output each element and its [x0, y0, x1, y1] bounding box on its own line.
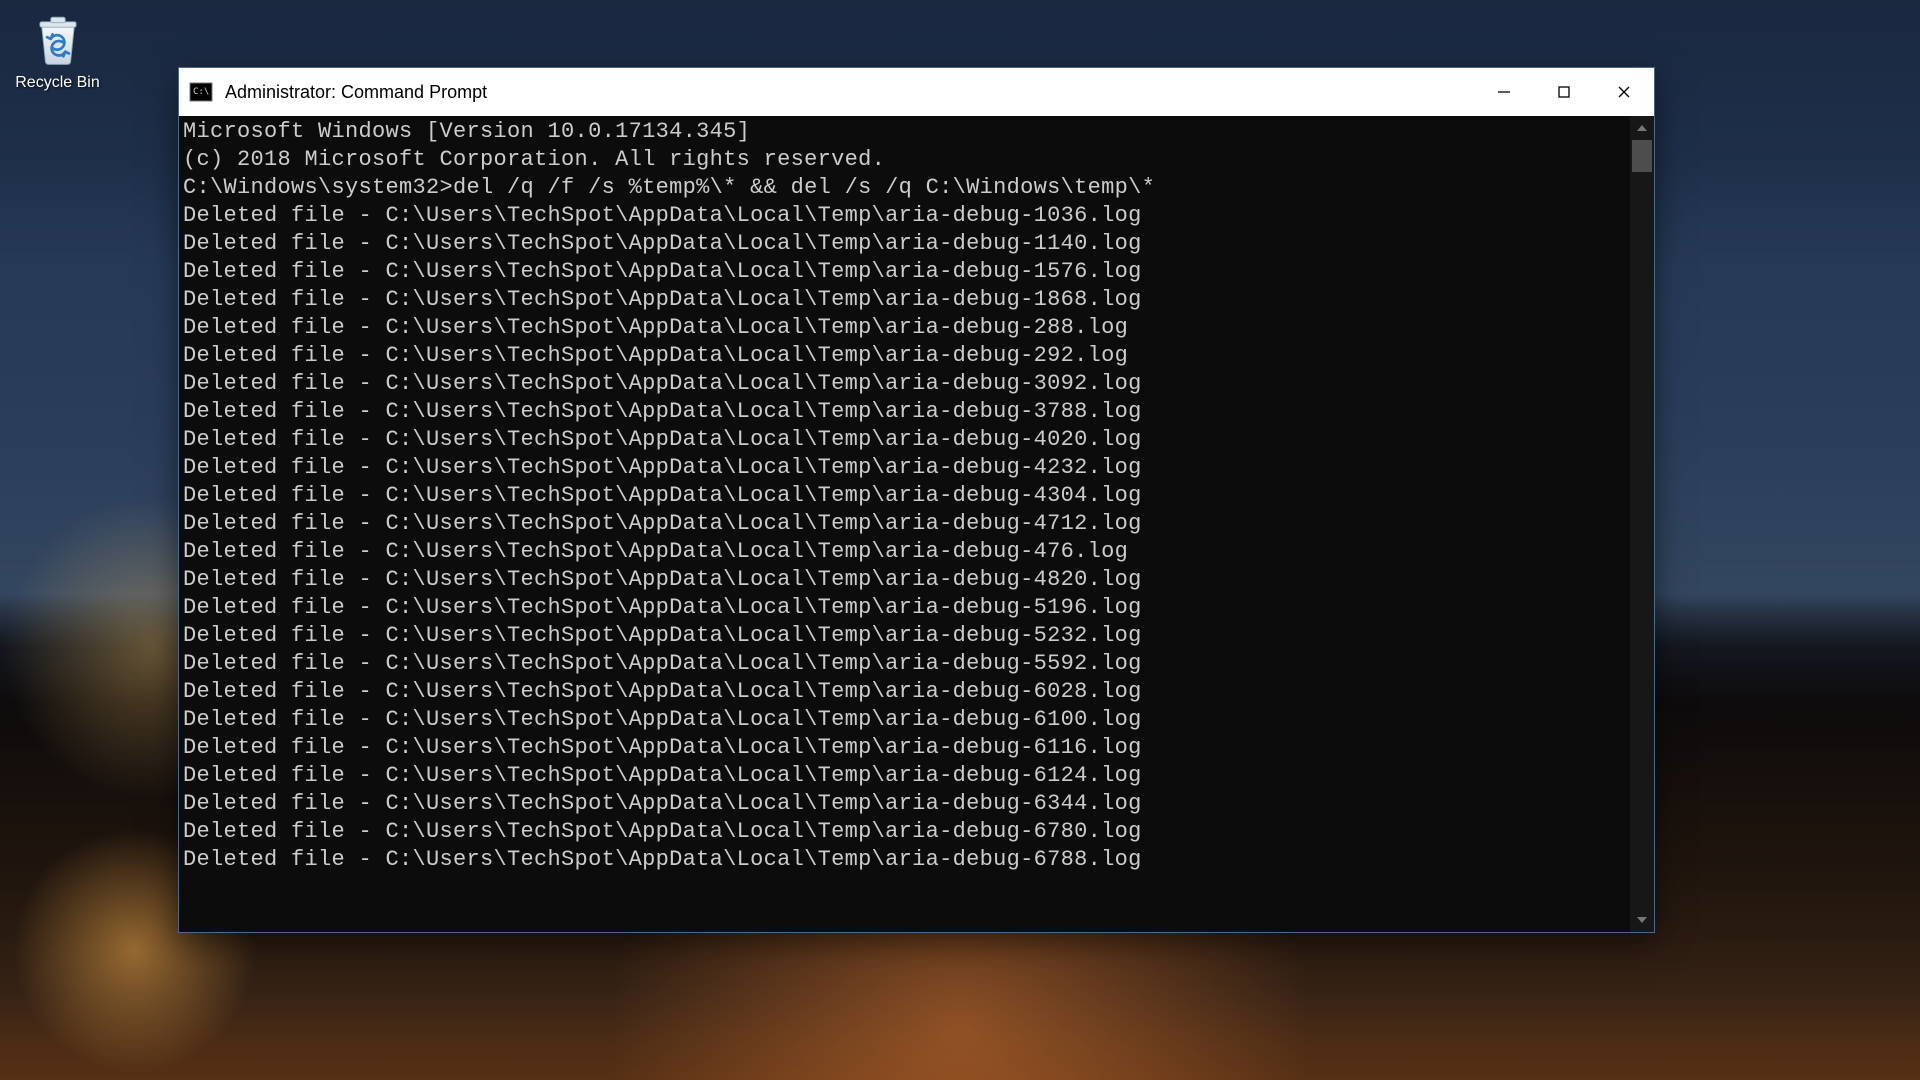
- console-line: Deleted file - C:\Users\TechSpot\AppData…: [183, 398, 1630, 426]
- scroll-track[interactable]: [1630, 140, 1654, 908]
- console-line: Deleted file - C:\Users\TechSpot\AppData…: [183, 566, 1630, 594]
- console-line: Deleted file - C:\Users\TechSpot\AppData…: [183, 846, 1630, 874]
- console-line: Deleted file - C:\Users\TechSpot\AppData…: [183, 594, 1630, 622]
- window-controls: [1474, 68, 1654, 116]
- console-line: Deleted file - C:\Users\TechSpot\AppData…: [183, 482, 1630, 510]
- close-button[interactable]: [1594, 68, 1654, 116]
- console-line: Deleted file - C:\Users\TechSpot\AppData…: [183, 762, 1630, 790]
- console-line: Deleted file - C:\Users\TechSpot\AppData…: [183, 342, 1630, 370]
- console-line: Deleted file - C:\Users\TechSpot\AppData…: [183, 510, 1630, 538]
- console-line: (c) 2018 Microsoft Corporation. All righ…: [183, 146, 1630, 174]
- console-line: Deleted file - C:\Users\TechSpot\AppData…: [183, 286, 1630, 314]
- console-line: Deleted file - C:\Users\TechSpot\AppData…: [183, 454, 1630, 482]
- console-line: Deleted file - C:\Users\TechSpot\AppData…: [183, 202, 1630, 230]
- console-line: Deleted file - C:\Users\TechSpot\AppData…: [183, 678, 1630, 706]
- maximize-icon: [1557, 85, 1571, 99]
- trash-icon: [29, 10, 87, 68]
- scroll-down-button[interactable]: [1630, 908, 1654, 932]
- console-line: Deleted file - C:\Users\TechSpot\AppData…: [183, 370, 1630, 398]
- minimize-button[interactable]: [1474, 68, 1534, 116]
- console-line: Microsoft Windows [Version 10.0.17134.34…: [183, 118, 1630, 146]
- recycle-bin-icon[interactable]: Recycle Bin: [10, 10, 105, 92]
- scroll-up-button[interactable]: [1630, 116, 1654, 140]
- close-icon: [1617, 85, 1631, 99]
- chevron-down-icon: [1636, 914, 1648, 926]
- maximize-button[interactable]: [1534, 68, 1594, 116]
- window-title: Administrator: Command Prompt: [225, 82, 487, 103]
- window-titlebar[interactable]: C:\ Administrator: Command Prompt: [179, 68, 1654, 116]
- console-line: Deleted file - C:\Users\TechSpot\AppData…: [183, 538, 1630, 566]
- console-line: Deleted file - C:\Users\TechSpot\AppData…: [183, 258, 1630, 286]
- console-line: Deleted file - C:\Users\TechSpot\AppData…: [183, 790, 1630, 818]
- command-prompt-icon: C:\: [189, 80, 213, 104]
- chevron-up-icon: [1636, 122, 1648, 134]
- command-prompt-body: Microsoft Windows [Version 10.0.17134.34…: [179, 116, 1654, 932]
- recycle-bin-label: Recycle Bin: [10, 74, 105, 92]
- console-line: Deleted file - C:\Users\TechSpot\AppData…: [183, 650, 1630, 678]
- console-line: C:\Windows\system32>del /q /f /s %temp%\…: [183, 174, 1630, 202]
- console-output[interactable]: Microsoft Windows [Version 10.0.17134.34…: [179, 116, 1630, 932]
- scroll-thumb[interactable]: [1632, 140, 1652, 172]
- desktop-background: Recycle Bin C:\ Administrator: Command P…: [0, 0, 1920, 1080]
- console-line: Deleted file - C:\Users\TechSpot\AppData…: [183, 230, 1630, 258]
- command-prompt-window[interactable]: C:\ Administrator: Command Prompt: [178, 67, 1655, 933]
- console-line: Deleted file - C:\Users\TechSpot\AppData…: [183, 706, 1630, 734]
- console-line: Deleted file - C:\Users\TechSpot\AppData…: [183, 622, 1630, 650]
- console-line: Deleted file - C:\Users\TechSpot\AppData…: [183, 818, 1630, 846]
- minimize-icon: [1497, 85, 1511, 99]
- console-line: Deleted file - C:\Users\TechSpot\AppData…: [183, 314, 1630, 342]
- vertical-scrollbar[interactable]: [1630, 116, 1654, 932]
- console-line: Deleted file - C:\Users\TechSpot\AppData…: [183, 426, 1630, 454]
- svg-text:C:\: C:\: [193, 87, 209, 97]
- console-line: Deleted file - C:\Users\TechSpot\AppData…: [183, 734, 1630, 762]
